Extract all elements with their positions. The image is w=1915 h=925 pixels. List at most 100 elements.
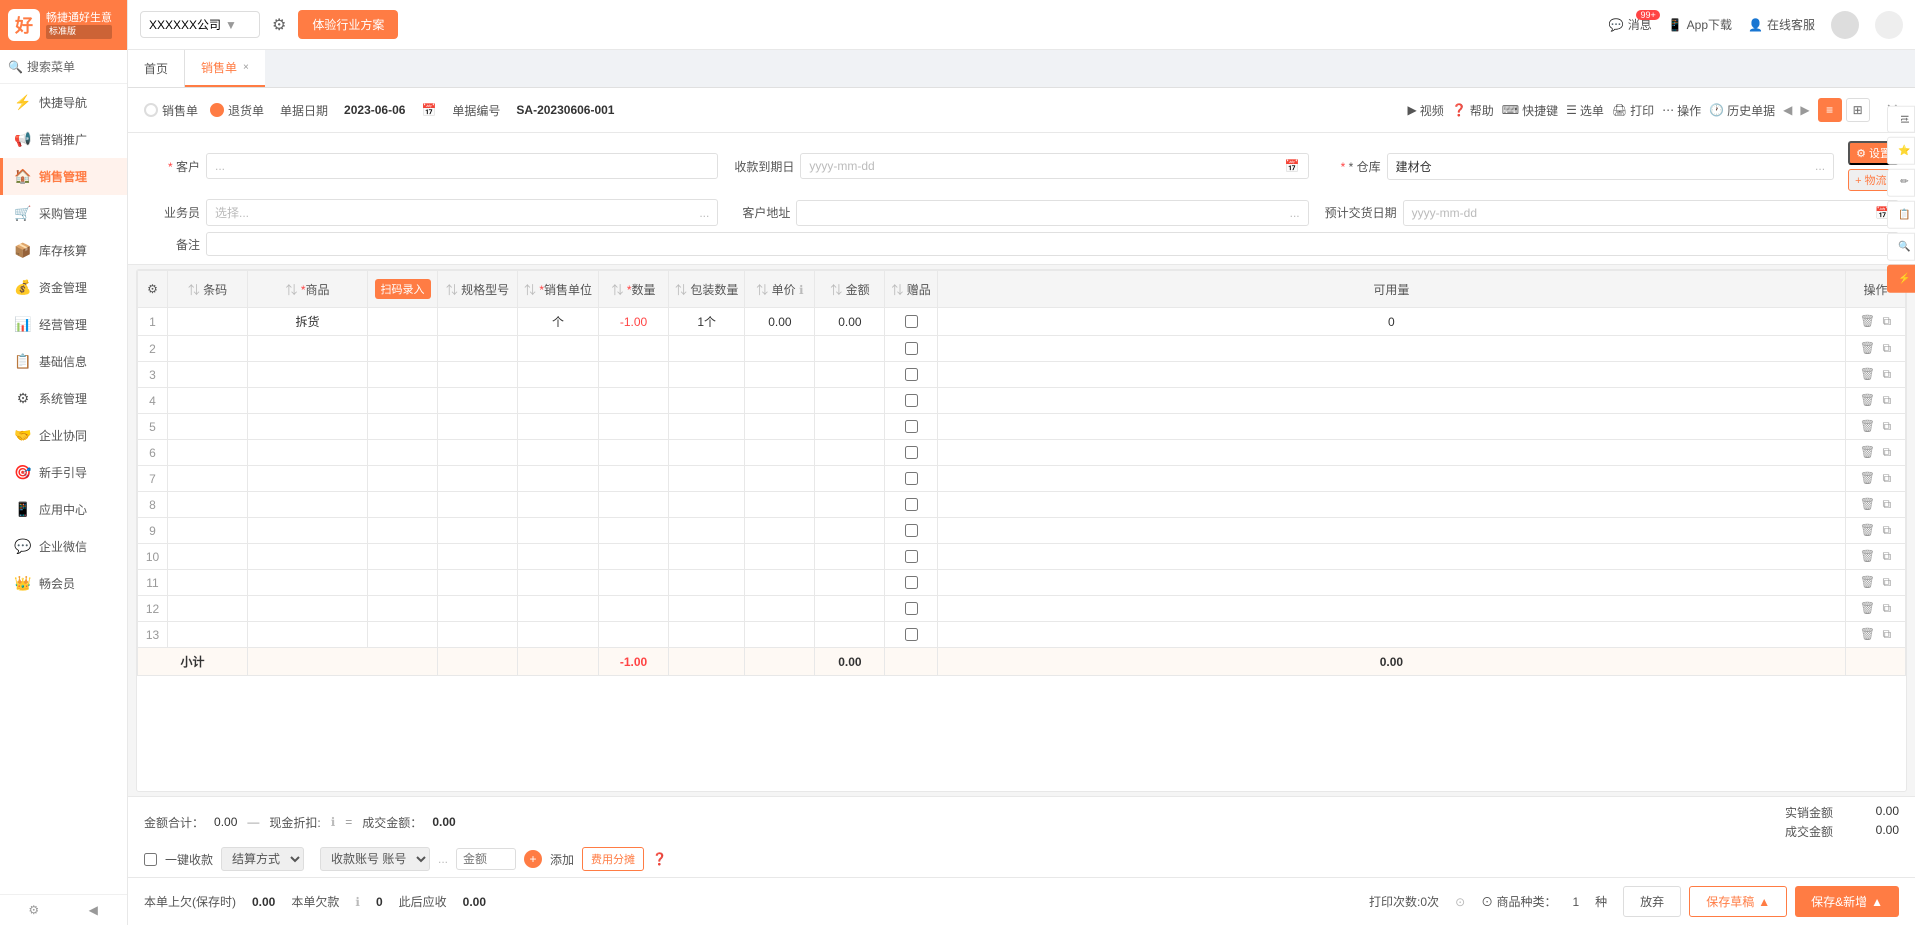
copy-row-btn[interactable]: ⧉ [1883,523,1892,537]
cell-unit[interactable] [518,570,599,596]
cell-spec[interactable] [438,544,518,570]
cell-product[interactable] [248,414,368,440]
sidebar-item-inventory[interactable]: 📦 库存核算 [0,232,127,269]
cell-barcode[interactable] [168,570,248,596]
cell-spec[interactable] [438,570,518,596]
copy-row-btn[interactable]: ⧉ [1883,314,1892,328]
cell-qty[interactable] [599,570,669,596]
delete-row-btn[interactable]: 🗑 [1860,367,1875,381]
one-click-payment-checkbox[interactable] [144,853,157,866]
cell-pack-qty[interactable] [669,622,745,648]
cell-product[interactable] [248,362,368,388]
sidebar-item-marketing[interactable]: 📢 营销推广 [0,121,127,158]
cell-pack-qty[interactable] [669,596,745,622]
save-new-btn[interactable]: 保存&新增 ▲ [1795,886,1899,917]
cell-gift[interactable] [885,336,937,362]
cell-pack-qty[interactable] [669,414,745,440]
scan-btn[interactable]: 扫码录入 [375,279,431,299]
delete-row-btn[interactable]: 🗑 [1860,575,1875,589]
delete-row-btn[interactable]: 🗑 [1860,314,1875,328]
cell-unit[interactable] [518,440,599,466]
cell-unit-price[interactable] [745,596,815,622]
cell-product[interactable] [248,388,368,414]
quick-btn-3[interactable]: ✏ [1887,168,1915,196]
copy-row-btn[interactable]: ⧉ [1883,445,1892,459]
col-gear[interactable]: ⚙ [138,271,168,308]
radio-return-order[interactable]: 退货单 [210,102,264,119]
cell-product[interactable] [248,622,368,648]
quick-btn-5[interactable]: 🔍 [1887,232,1915,260]
copy-row-btn[interactable]: ⧉ [1883,549,1892,563]
sidebar-item-sales[interactable]: 🏠 销售管理 [0,158,127,195]
cell-unit-price[interactable] [745,466,815,492]
trial-btn[interactable]: 体验行业方案 [298,10,398,39]
view-grid-btn[interactable]: ⊞ [1846,98,1870,122]
delete-row-btn[interactable]: 🗑 [1860,627,1875,641]
expense-btn[interactable]: 费用分摊 [582,847,644,871]
settings-gear-btn[interactable]: ⚙ [272,15,286,35]
quick-btn-1[interactable]: Itl [1887,106,1915,133]
help-btn[interactable]: ❓ 帮助 [1452,102,1494,119]
cell-unit[interactable] [518,414,599,440]
cell-qty[interactable]: -1.00 [599,308,669,336]
cell-gift[interactable] [885,518,937,544]
copy-row-btn[interactable]: ⧉ [1883,627,1892,641]
cell-product[interactable]: 拆货 [248,308,368,336]
cell-barcode[interactable] [168,596,248,622]
cell-gift[interactable] [885,414,937,440]
action-btn[interactable]: ⋯ 操作 [1662,102,1701,119]
next-record-btn[interactable]: ▶ [1800,103,1809,117]
shortcut-btn[interactable]: ⌨ 快捷键 [1502,102,1558,119]
payment-date-input[interactable]: yyyy-mm-dd 📅 [800,153,1308,179]
amount-input[interactable] [456,848,516,870]
cell-pack-qty[interactable] [669,388,745,414]
cell-amount[interactable] [815,596,885,622]
cell-barcode[interactable] [168,440,248,466]
sidebar-settings-btn[interactable]: ⚙ [8,903,60,917]
expected-date-input[interactable]: yyyy-mm-dd 📅 [1403,200,1899,226]
tab-close-btn[interactable]: × [243,62,249,73]
cell-amount[interactable] [815,440,885,466]
cell-qty[interactable] [599,440,669,466]
cell-amount[interactable] [815,414,885,440]
quick-btn-2[interactable]: ⭐ [1887,136,1915,164]
cell-qty[interactable] [599,388,669,414]
cell-unit-price[interactable] [745,492,815,518]
cell-spec[interactable] [438,414,518,440]
cell-spec[interactable] [438,518,518,544]
select-btn[interactable]: ☰ 选单 [1566,102,1604,119]
cell-product[interactable] [248,570,368,596]
sidebar-item-wechat[interactable]: 💬 企业微信 [0,528,127,565]
cell-unit-price[interactable] [745,570,815,596]
col-scan-btn-header[interactable]: 扫码录入 [368,271,438,308]
cell-qty[interactable] [599,544,669,570]
cell-amount[interactable] [815,570,885,596]
cell-gift[interactable] [885,544,937,570]
cell-pack-qty[interactable] [669,466,745,492]
warehouse-input[interactable]: 建材仓 ... [1387,153,1834,180]
cell-pack-qty[interactable] [669,492,745,518]
cell-product[interactable] [248,596,368,622]
cell-spec[interactable] [438,596,518,622]
cell-amount[interactable] [815,466,885,492]
sidebar-collapse-btn[interactable]: ◀ [68,903,120,917]
cell-unit-price[interactable] [745,414,815,440]
tab-home[interactable]: 首页 [128,50,185,87]
cell-spec[interactable] [438,622,518,648]
cell-unit[interactable] [518,362,599,388]
radio-sales-order[interactable]: 销售单 [144,102,198,119]
customer-addr-input[interactable]: ... [796,200,1308,226]
copy-row-btn[interactable]: ⧉ [1883,471,1892,485]
sidebar-item-finance[interactable]: 💰 资金管理 [0,269,127,306]
quick-btn-6[interactable]: ⚡ [1887,264,1915,292]
tab-sales-order[interactable]: 销售单 × [185,50,265,87]
cell-amount[interactable] [815,388,885,414]
cell-product[interactable] [248,492,368,518]
cell-unit[interactable] [518,544,599,570]
history-btn[interactable]: 🕐 历史单据 [1709,102,1775,119]
search-menu[interactable]: 🔍 搜索菜单 [0,50,127,84]
cell-gift[interactable] [885,308,937,336]
company-selector[interactable]: XXXXXX公司 ▼ [140,11,260,38]
cell-barcode[interactable] [168,362,248,388]
cell-spec[interactable] [438,492,518,518]
